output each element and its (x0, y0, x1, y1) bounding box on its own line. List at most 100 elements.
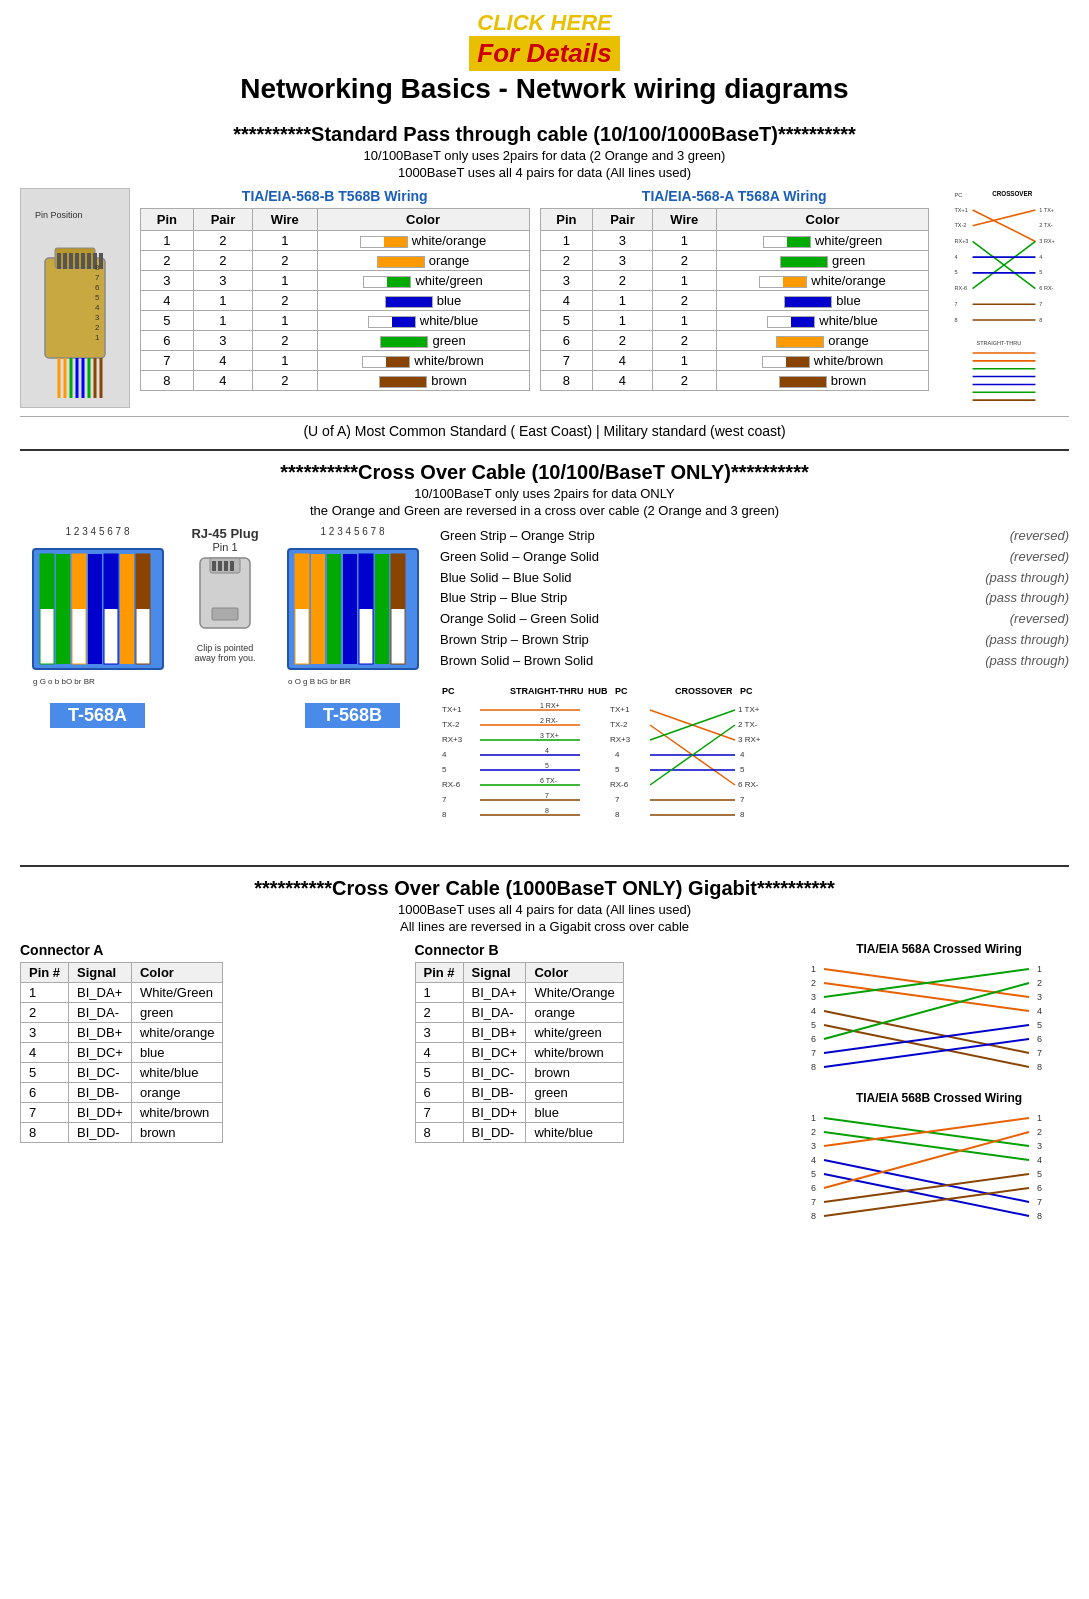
svg-text:8: 8 (95, 263, 100, 272)
cell-wire: 2 (253, 331, 318, 351)
svg-text:3: 3 (1037, 1141, 1042, 1151)
t568a-plug-container: 1 2 3 4 5 6 7 8 g G o b bO br BR (20, 526, 175, 728)
table-row: 6 BI_DB- orange (21, 1082, 223, 1102)
svg-rect-79 (230, 561, 234, 571)
cell-pin: 4 (141, 291, 194, 311)
table-row: 8 BI_DD- white/blue (415, 1122, 623, 1142)
cell-pair: 3 (593, 231, 652, 251)
cell-color: white/blue (717, 311, 929, 331)
svg-rect-91 (391, 554, 405, 609)
cell-color: blue (131, 1042, 222, 1062)
svg-text:4: 4 (740, 750, 745, 759)
svg-line-164 (824, 983, 1029, 1011)
svg-text:5: 5 (811, 1020, 816, 1030)
svg-text:1: 1 (1037, 964, 1042, 974)
cell-wire: 1 (652, 351, 717, 371)
cell-pin: 1 (21, 982, 69, 1002)
t568b-title: TIA/EIA-568-B T568B Wiring (140, 188, 530, 204)
svg-text:8: 8 (811, 1062, 816, 1072)
for-details-text: For Details (469, 36, 619, 71)
crossover-info: Green Strip – Orange Strip (reversed) Gr… (440, 526, 1069, 672)
svg-text:4: 4 (811, 1155, 816, 1165)
color-swatch (377, 256, 425, 268)
svg-rect-86 (343, 554, 357, 664)
cell-pin: 4 (540, 291, 593, 311)
cell-signal: BI_DC- (69, 1062, 132, 1082)
svg-text:6 RX-: 6 RX- (738, 780, 759, 789)
table-row: 6 2 2 orange (540, 331, 929, 351)
cell-wire: 1 (253, 311, 318, 331)
gigabit-title: **********Cross Over Cable (1000BaseT ON… (20, 877, 1069, 900)
svg-rect-83 (295, 554, 309, 609)
cell-color: green (317, 331, 529, 351)
cell-pin: 6 (540, 331, 593, 351)
svg-text:8: 8 (811, 1211, 816, 1221)
svg-text:7: 7 (811, 1048, 816, 1058)
table-row: 5 BI_DC- brown (415, 1062, 623, 1082)
click-here-banner[interactable]: CLICK HERE For Details (20, 10, 1069, 71)
svg-text:g G o b bO br BR: g G o b bO br BR (33, 677, 95, 686)
cell-wire: 2 (652, 371, 717, 391)
gigabit-right: TIA/EIA 568A Crossed Wiring 1 2 3 4 5 6 … (809, 942, 1069, 1230)
cell-wire: 1 (652, 311, 717, 331)
cell-color: white/orange (131, 1022, 222, 1042)
cell-signal: BI_DA- (69, 1002, 132, 1022)
svg-text:4: 4 (811, 1006, 816, 1016)
svg-text:7: 7 (615, 795, 620, 804)
cell-wire: 1 (253, 271, 318, 291)
svg-text:RX+3: RX+3 (442, 735, 463, 744)
svg-text:1 TX+: 1 TX+ (1039, 207, 1054, 213)
svg-rect-70 (120, 554, 134, 664)
cell-signal: BI_DC+ (463, 1042, 526, 1062)
straight-crossover-diagram: PC TX+1 TX-2 RX+3 4 5 RX-6 7 8 STRAIGHT-… (440, 682, 1069, 855)
col-pin-a: Pin # (21, 962, 69, 982)
cell-color: white/brown (131, 1102, 222, 1122)
svg-line-45 (973, 210, 1036, 241)
cell-signal: BI_DD- (463, 1122, 526, 1142)
pin-number-bar-a: 1 2 3 4 5 6 7 8 (66, 526, 130, 537)
connector-a-table: Pin # Signal Color 1 BI_DA+ White/Green … (20, 962, 223, 1143)
svg-text:6: 6 (1037, 1034, 1042, 1044)
t568b-table: Pin Pair Wire Color 1 2 1 white/orange 2… (140, 208, 530, 391)
clip-label: Clip is pointed away from you. (185, 643, 265, 663)
wire-pair-status: (pass through) (985, 568, 1069, 589)
svg-text:3 TX+: 3 TX+ (540, 732, 559, 739)
svg-text:5: 5 (545, 762, 549, 769)
cell-pin: 5 (141, 311, 194, 331)
svg-text:HUB: HUB (588, 686, 608, 696)
svg-text:6: 6 (811, 1183, 816, 1193)
table-row: 2 BI_DA- orange (415, 1002, 623, 1022)
cell-pair: 2 (593, 331, 652, 351)
cell-color: white/orange (717, 271, 929, 291)
svg-text:RX+3: RX+3 (610, 735, 631, 744)
standard-title: **********Standard Pass through cable (1… (20, 123, 1069, 146)
cell-signal: BI_DA+ (463, 982, 526, 1002)
t568a-header-pin: Pin (540, 209, 593, 231)
cell-pin: 5 (21, 1062, 69, 1082)
wire-pair-label: Orange Solid – Green Solid (440, 609, 998, 630)
cell-color: white/green (717, 231, 929, 251)
cell-signal: BI_DC- (463, 1062, 526, 1082)
table-row: 1 BI_DA+ White/Orange (415, 982, 623, 1002)
cell-pin: 5 (415, 1062, 463, 1082)
wire-info-row: Brown Strip – Brown Strip (pass through) (440, 630, 1069, 651)
svg-text:RX-6: RX-6 (955, 285, 968, 291)
gigabit-tables-row: Connector A Pin # Signal Color 1 BI_DA+ … (20, 942, 1069, 1230)
standard-footer: (U of A) Most Common Standard ( East Coa… (20, 416, 1069, 439)
svg-text:8: 8 (1039, 317, 1042, 323)
cell-pin: 7 (141, 351, 194, 371)
cell-signal: BI_DC+ (69, 1042, 132, 1062)
t568b-plug-label: T-568B (305, 703, 400, 728)
t568a-header-color: Color (717, 209, 929, 231)
svg-text:4: 4 (615, 750, 620, 759)
table-row: 3 2 1 white/orange (540, 271, 929, 291)
svg-text:6 RX-: 6 RX- (1039, 285, 1053, 291)
cell-pair: 3 (193, 331, 252, 351)
cell-color: white/brown (526, 1042, 623, 1062)
table-row: 5 1 1 white/blue (540, 311, 929, 331)
crossover-plugs-row: 1 2 3 4 5 6 7 8 g G o b bO br BR (20, 526, 1069, 855)
cell-pin: 3 (540, 271, 593, 291)
cell-pair: 4 (593, 371, 652, 391)
svg-rect-67 (88, 554, 102, 664)
t568b-header-wire: Wire (253, 209, 318, 231)
